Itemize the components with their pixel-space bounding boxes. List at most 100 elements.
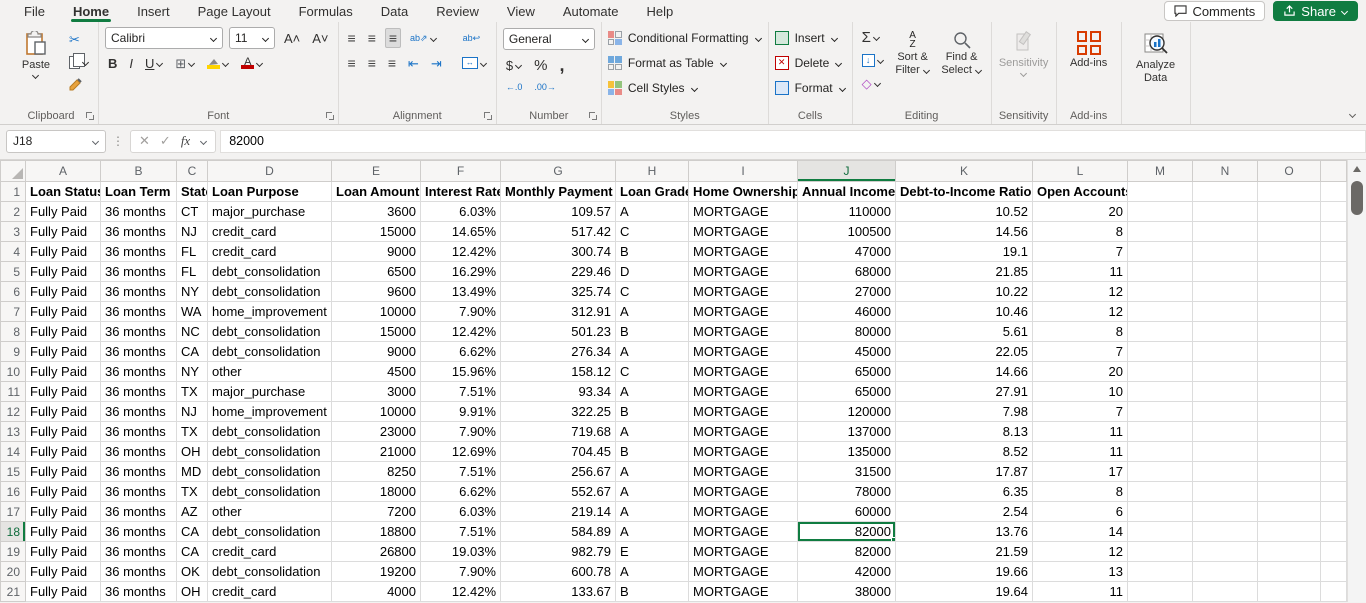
cell-C4[interactable]: FL: [176, 241, 208, 262]
cell-H13[interactable]: A: [615, 421, 689, 442]
font-color-button[interactable]: A: [238, 53, 266, 73]
cell-E12[interactable]: 10000: [331, 401, 421, 422]
cut-button[interactable]: ✂: [66, 29, 92, 49]
cell-C19[interactable]: CA: [176, 541, 208, 562]
cell-P4[interactable]: [1320, 241, 1347, 262]
cell-E14[interactable]: 21000: [331, 441, 421, 462]
cell-E17[interactable]: 7200: [331, 501, 421, 522]
cell-N14[interactable]: [1192, 441, 1258, 462]
copy-button[interactable]: [66, 52, 92, 72]
cell-O8[interactable]: [1257, 321, 1321, 342]
cell-J2[interactable]: 110000: [797, 201, 896, 222]
row-header-17[interactable]: 17: [0, 501, 26, 522]
menu-tab-file[interactable]: File: [10, 0, 59, 22]
cell-O3[interactable]: [1257, 221, 1321, 242]
cell-P17[interactable]: [1320, 501, 1347, 522]
cell-E10[interactable]: 4500: [331, 361, 421, 382]
cell-C2[interactable]: CT: [176, 201, 208, 222]
cell-G15[interactable]: 256.67: [500, 461, 616, 482]
analyze-data-button[interactable]: Analyze Data: [1128, 27, 1184, 108]
cell-N12[interactable]: [1192, 401, 1258, 422]
row-header-13[interactable]: 13: [0, 421, 26, 442]
row-header-14[interactable]: 14: [0, 441, 26, 462]
cell-B9[interactable]: 36 months: [100, 341, 177, 362]
format-cells-button[interactable]: Format: [774, 77, 846, 99]
cell-P18[interactable]: [1320, 521, 1347, 542]
cell-G20[interactable]: 600.78: [500, 561, 616, 582]
cell-B6[interactable]: 36 months: [100, 281, 177, 302]
cell-E18[interactable]: 18800: [331, 521, 421, 542]
cell-D4[interactable]: credit_card: [207, 241, 332, 262]
cell-C16[interactable]: TX: [176, 481, 208, 502]
cell-J1[interactable]: Annual Income: [797, 181, 896, 202]
cell-N9[interactable]: [1192, 341, 1258, 362]
cell-B10[interactable]: 36 months: [100, 361, 177, 382]
cell-C7[interactable]: WA: [176, 301, 208, 322]
cell-D18[interactable]: debt_consolidation: [207, 521, 332, 542]
borders-button[interactable]: ⊞: [172, 53, 198, 73]
cell-J9[interactable]: 45000: [797, 341, 896, 362]
cell-P2[interactable]: [1320, 201, 1347, 222]
cell-O1[interactable]: [1257, 181, 1321, 202]
decrease-decimal-button[interactable]: .00→: [531, 77, 559, 97]
row-header-19[interactable]: 19: [0, 541, 26, 562]
cell-E16[interactable]: 18000: [331, 481, 421, 502]
cell-L4[interactable]: 7: [1032, 241, 1128, 262]
row-header-11[interactable]: 11: [0, 381, 26, 402]
share-button[interactable]: Share: [1273, 1, 1358, 21]
cell-styles-button[interactable]: Cell Styles: [607, 77, 762, 99]
column-header-j[interactable]: J: [797, 160, 896, 182]
cell-H1[interactable]: Loan Grade: [615, 181, 689, 202]
cell-D12[interactable]: home_improvement: [207, 401, 332, 422]
cell-I12[interactable]: MORTGAGE: [688, 401, 798, 422]
select-all-corner[interactable]: [0, 160, 26, 182]
cell-H14[interactable]: B: [615, 441, 689, 462]
cell-K9[interactable]: 22.05: [895, 341, 1033, 362]
cell-O21[interactable]: [1257, 581, 1321, 602]
cell-D20[interactable]: debt_consolidation: [207, 561, 332, 582]
cell-I16[interactable]: MORTGAGE: [688, 481, 798, 502]
cell-I4[interactable]: MORTGAGE: [688, 241, 798, 262]
comments-button[interactable]: Comments: [1164, 1, 1266, 21]
delete-cells-button[interactable]: ✕ Delete: [774, 52, 846, 74]
font-dialog-launcher-icon[interactable]: [325, 112, 335, 121]
comma-style-button[interactable]: ,: [556, 55, 567, 75]
cell-I9[interactable]: MORTGAGE: [688, 341, 798, 362]
cell-A18[interactable]: Fully Paid: [25, 521, 101, 542]
column-header-d[interactable]: D: [207, 160, 332, 182]
cell-N2[interactable]: [1192, 201, 1258, 222]
column-header-n[interactable]: N: [1192, 160, 1258, 182]
cell-F5[interactable]: 16.29%: [420, 261, 501, 282]
cell-O6[interactable]: [1257, 281, 1321, 302]
cell-J14[interactable]: 135000: [797, 441, 896, 462]
merge-center-button[interactable]: ↔: [459, 53, 490, 73]
cell-B19[interactable]: 36 months: [100, 541, 177, 562]
cell-H10[interactable]: C: [615, 361, 689, 382]
enter-icon[interactable]: ✓: [160, 133, 171, 149]
wrap-text-button[interactable]: ab↩: [460, 28, 484, 48]
paste-button[interactable]: Paste: [10, 27, 62, 99]
cell-B8[interactable]: 36 months: [100, 321, 177, 342]
cell-M16[interactable]: [1127, 481, 1193, 502]
cell-D16[interactable]: debt_consolidation: [207, 481, 332, 502]
menu-tab-help[interactable]: Help: [633, 0, 688, 22]
increase-decimal-button[interactable]: ←.0: [503, 77, 526, 97]
cell-E15[interactable]: 8250: [331, 461, 421, 482]
cell-I14[interactable]: MORTGAGE: [688, 441, 798, 462]
row-header-4[interactable]: 4: [0, 241, 26, 262]
cell-E6[interactable]: 9600: [331, 281, 421, 302]
cell-B21[interactable]: 36 months: [100, 581, 177, 602]
row-header-15[interactable]: 15: [0, 461, 26, 482]
cell-L14[interactable]: 11: [1032, 441, 1128, 462]
cell-I7[interactable]: MORTGAGE: [688, 301, 798, 322]
cell-E20[interactable]: 19200: [331, 561, 421, 582]
cell-L15[interactable]: 17: [1032, 461, 1128, 482]
cell-G14[interactable]: 704.45: [500, 441, 616, 462]
cell-H15[interactable]: A: [615, 461, 689, 482]
cell-B2[interactable]: 36 months: [100, 201, 177, 222]
cell-A17[interactable]: Fully Paid: [25, 501, 101, 522]
middle-align-button[interactable]: ≡: [365, 28, 379, 48]
cell-N20[interactable]: [1192, 561, 1258, 582]
cell-O17[interactable]: [1257, 501, 1321, 522]
cell-D10[interactable]: other: [207, 361, 332, 382]
